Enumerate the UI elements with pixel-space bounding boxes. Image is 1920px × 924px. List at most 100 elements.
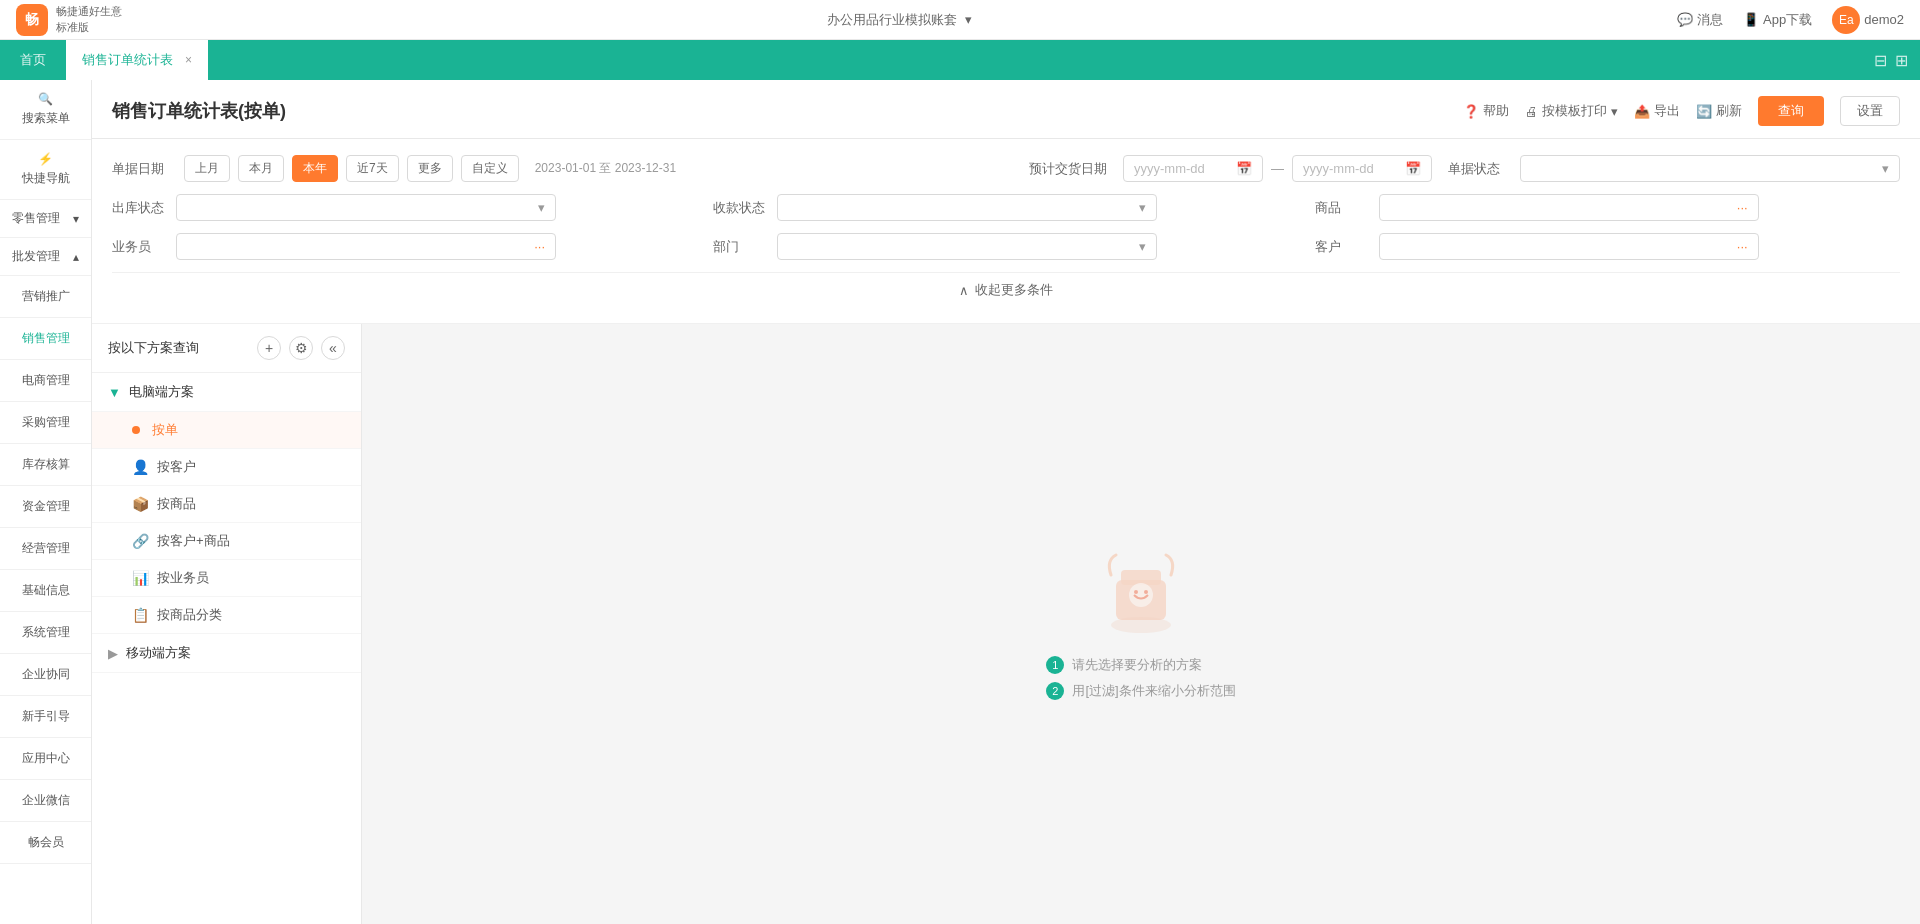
tab-bar-right: ⊟ ⊞ xyxy=(1874,40,1920,80)
customer-scheme-icon: 👤 xyxy=(132,459,149,475)
sidebar-item-company[interactable]: 企业协同 xyxy=(0,654,91,696)
scheme-item-by-product-category[interactable]: 📋 按商品分类 xyxy=(92,597,361,634)
sidebar-item-wholesale[interactable]: 批发管理 ▴ xyxy=(0,238,91,276)
scheme-header: 按以下方案查询 + ⚙ « xyxy=(92,324,361,373)
sidebar-shortcut-label: 快捷导航 xyxy=(22,170,70,187)
add-scheme-btn[interactable]: + xyxy=(257,336,281,360)
maximize-icon[interactable]: ⊞ xyxy=(1895,51,1908,70)
sidebar-item-wechat[interactable]: 企业微信 xyxy=(0,780,91,822)
collapse-bar[interactable]: ∧ 收起更多条件 xyxy=(112,272,1900,307)
query-panel: 按以下方案查询 + ⚙ « ▼ 电脑端方案 按单 xyxy=(92,324,1920,924)
sidebar-ecommerce-label: 电商管理 xyxy=(22,372,70,389)
username: demo2 xyxy=(1864,12,1904,27)
scheme-settings-btn[interactable]: ⚙ xyxy=(289,336,313,360)
empty-tips: 1 请先选择要分析的方案 2 用[过滤]条件来缩小分析范围 xyxy=(1046,656,1235,708)
sidebar-wechat-label: 企业微信 xyxy=(22,792,70,809)
single-status-label: 单据状态 xyxy=(1448,160,1504,178)
query-button[interactable]: 查询 xyxy=(1758,96,1824,126)
mobile-category-label: 移动端方案 xyxy=(126,644,191,662)
minimize-icon[interactable]: ⊟ xyxy=(1874,51,1887,70)
sidebar-appcenter-label: 应用中心 xyxy=(22,750,70,767)
settings-button[interactable]: 设置 xyxy=(1840,96,1900,126)
scheme-item-salesman-label: 按业务员 xyxy=(157,569,209,587)
sidebar-item-basic[interactable]: 基础信息 xyxy=(0,570,91,612)
sidebar-item-finance[interactable]: 资金管理 xyxy=(0,486,91,528)
salesman-scheme-icon: 📊 xyxy=(132,570,149,586)
filter-row-3: 业务员 ··· 部门 ▾ 客户 ··· xyxy=(112,233,1900,260)
sidebar-item-shortcut[interactable]: ⚡ 快捷导航 xyxy=(0,140,91,200)
tab-sales-order[interactable]: 销售订单统计表 × xyxy=(66,40,208,80)
scheme-item-by-customer-product[interactable]: 🔗 按客户+商品 xyxy=(92,523,361,560)
active-indicator xyxy=(132,426,140,434)
custom-btn[interactable]: 自定义 xyxy=(461,155,519,182)
outbound-status-select[interactable]: ▾ xyxy=(176,194,556,221)
sidebar-item-retail[interactable]: 零售管理 ▾ xyxy=(0,200,91,238)
scheme-item-customer-product-label: 按客户+商品 xyxy=(157,532,230,550)
tab-home[interactable]: 首页 xyxy=(0,40,66,80)
last-month-btn[interactable]: 上月 xyxy=(184,155,230,182)
scheme-item-product-label: 按商品 xyxy=(157,495,196,513)
this-month-btn[interactable]: 本月 xyxy=(238,155,284,182)
sidebar-item-appcenter[interactable]: 应用中心 xyxy=(0,738,91,780)
user-menu[interactable]: Ea demo2 xyxy=(1832,6,1904,34)
sidebar-item-member[interactable]: 畅会员 xyxy=(0,822,91,864)
sidebar-item-purchase[interactable]: 采购管理 xyxy=(0,402,91,444)
sidebar-item-search[interactable]: 🔍 搜索菜单 xyxy=(0,80,91,140)
scheme-item-by-product[interactable]: 📦 按商品 xyxy=(92,486,361,523)
scheme-mobile-category[interactable]: ▶ 移动端方案 xyxy=(92,634,361,673)
sidebar-item-inventory[interactable]: 库存核算 xyxy=(0,444,91,486)
salesman-ellipsis[interactable]: ··· xyxy=(534,239,545,254)
scheme-item-by-salesman[interactable]: 📊 按业务员 xyxy=(92,560,361,597)
account-selector[interactable]: 办公用品行业模拟账套 ▾ xyxy=(827,11,972,29)
outbound-status-field: 出库状态 ▾ xyxy=(112,194,697,221)
scheme-item-by-customer[interactable]: 👤 按客户 xyxy=(92,449,361,486)
customer-label: 客户 xyxy=(1315,238,1371,256)
sidebar-item-ecommerce[interactable]: 电商管理 xyxy=(0,360,91,402)
receipt-status-label: 收款状态 xyxy=(713,199,769,217)
product-ellipsis[interactable]: ··· xyxy=(1737,200,1748,215)
message-button[interactable]: 💬 消息 xyxy=(1677,11,1723,29)
scheme-item-by-order[interactable]: 按单 xyxy=(92,412,361,449)
wholesale-arrow-icon: ▴ xyxy=(73,250,79,264)
close-tab-icon[interactable]: × xyxy=(185,53,192,67)
template-print-button[interactable]: 🖨 按模板打印 ▾ xyxy=(1525,102,1618,120)
svg-rect-2 xyxy=(1121,570,1161,585)
customer-field: 客户 ··· xyxy=(1315,233,1900,260)
scheme-pc-category[interactable]: ▼ 电脑端方案 xyxy=(92,373,361,412)
start-date-input[interactable]: yyyy-mm-dd 📅 xyxy=(1123,155,1263,182)
dropdown-icon: ▾ xyxy=(965,12,972,27)
salesman-input[interactable]: ··· xyxy=(176,233,556,260)
page-header: 销售订单统计表(按单) ❓ 帮助 🖨 按模板打印 ▾ 📤 导出 🔄 刷新 xyxy=(92,80,1920,139)
app-download-button[interactable]: 📱 App下载 xyxy=(1743,11,1812,29)
sidebar-item-system[interactable]: 系统管理 xyxy=(0,612,91,654)
receipt-status-select[interactable]: ▾ xyxy=(777,194,1157,221)
last7days-btn[interactable]: 近7天 xyxy=(346,155,399,182)
salesman-field: 业务员 ··· xyxy=(112,233,697,260)
export-button[interactable]: 📤 导出 xyxy=(1634,102,1680,120)
sidebar-item-sales[interactable]: 销售管理 xyxy=(0,318,91,360)
single-status-select[interactable]: ▾ xyxy=(1520,155,1900,182)
svg-point-3 xyxy=(1129,583,1153,607)
sidebar-item-operations[interactable]: 经营管理 xyxy=(0,528,91,570)
refresh-button[interactable]: 🔄 刷新 xyxy=(1696,102,1742,120)
this-year-btn[interactable]: 本年 xyxy=(292,155,338,182)
product-field: 商品 ··· xyxy=(1315,194,1900,221)
empty-tip-2: 2 用[过滤]条件来缩小分析范围 xyxy=(1046,682,1235,700)
logo-icon: 畅 xyxy=(16,4,48,36)
help-button[interactable]: ❓ 帮助 xyxy=(1463,102,1509,120)
sidebar-item-marketing[interactable]: 营销推广 xyxy=(0,276,91,318)
collapse-scheme-btn[interactable]: « xyxy=(321,336,345,360)
customer-ellipsis[interactable]: ··· xyxy=(1737,239,1748,254)
single-date-label: 单据日期 xyxy=(112,160,168,178)
customer-input[interactable]: ··· xyxy=(1379,233,1759,260)
end-date-placeholder: yyyy-mm-dd xyxy=(1303,161,1374,176)
sidebar-retail-label: 零售管理 xyxy=(12,210,60,227)
product-input[interactable]: ··· xyxy=(1379,194,1759,221)
top-bar: 畅 畅捷通好生意 标准版 办公用品行业模拟账套 ▾ 💬 消息 📱 App下载 E… xyxy=(0,0,1920,40)
end-date-input[interactable]: yyyy-mm-dd 📅 xyxy=(1292,155,1432,182)
top-bar-right: 💬 消息 📱 App下载 Ea demo2 xyxy=(1677,6,1904,34)
sidebar-item-newbie[interactable]: 新手引导 xyxy=(0,696,91,738)
department-select[interactable]: ▾ xyxy=(777,233,1157,260)
more-btn[interactable]: 更多 xyxy=(407,155,453,182)
message-icon: 💬 xyxy=(1677,12,1693,27)
